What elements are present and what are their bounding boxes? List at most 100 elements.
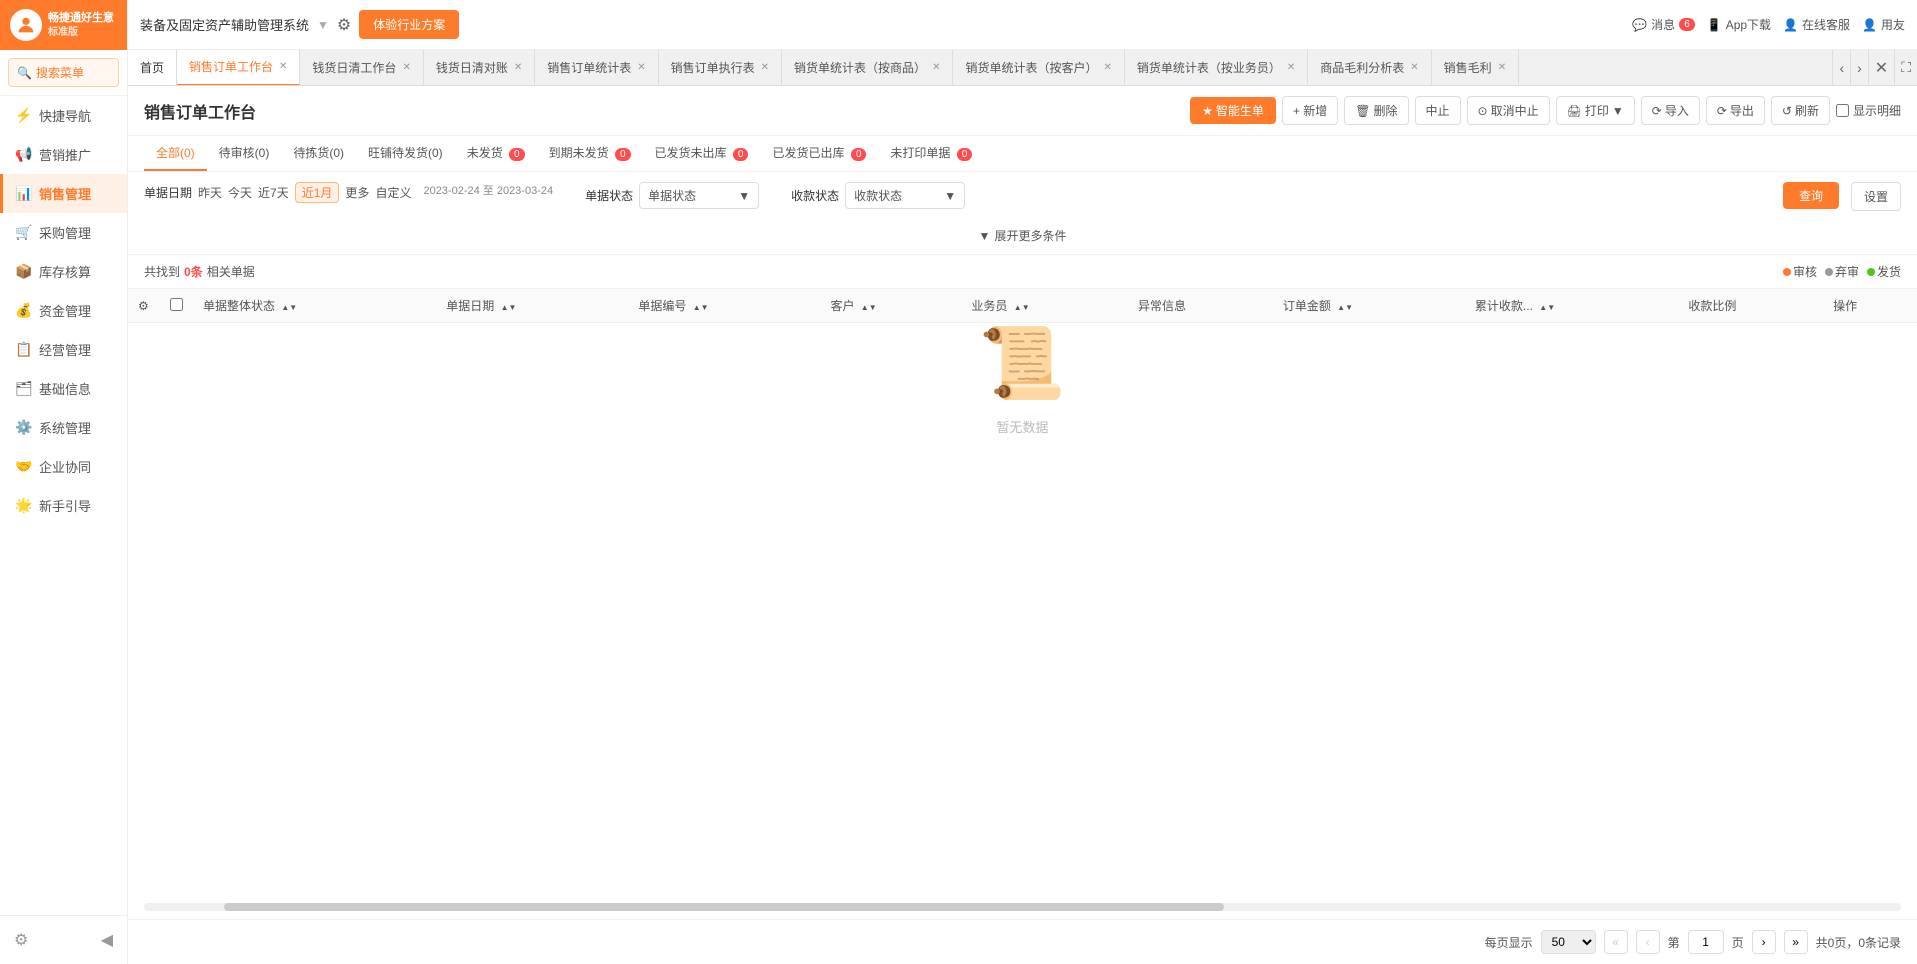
industry-solution-button[interactable]: 体验行业方案: [359, 10, 459, 39]
tab-gross-margin-close[interactable]: ✕: [1410, 62, 1418, 73]
tab-cash-reconcile-close[interactable]: ✕: [514, 62, 522, 73]
topbar-settings-button[interactable]: ⚙: [337, 15, 351, 35]
receipt-status-select[interactable]: 收款状态 ▼: [845, 182, 965, 209]
sidebar-guide[interactable]: 🌟 新手引导: [0, 486, 127, 525]
import-button[interactable]: ⟳ 导入: [1641, 96, 1700, 125]
search-menu-button[interactable]: 🔍 搜索菜单: [8, 58, 119, 87]
sidebar-quicknav[interactable]: ⚡ 快捷导航: [0, 96, 127, 135]
print-label: 打印: [1585, 102, 1609, 119]
bill-status-select[interactable]: 单据状态 ▼: [639, 182, 759, 209]
tab-sales-summary-product-close[interactable]: ✕: [932, 62, 940, 73]
date-opt-more[interactable]: 更多: [345, 184, 369, 201]
horizontal-scrollbar[interactable]: [144, 903, 1901, 911]
date-sort-icon[interactable]: ▲▼: [501, 304, 517, 312]
subtab-shipped-not-out[interactable]: 已发货未出库 0: [643, 136, 761, 171]
tab-sales-profit[interactable]: 销售毛利 ✕: [1432, 50, 1519, 86]
tab-cash-daily-close[interactable]: ✕: [402, 62, 410, 73]
sidebar-sales[interactable]: 📊 销售管理: [0, 174, 127, 213]
message-item[interactable]: 💬 消息 6: [1632, 16, 1695, 33]
amount-sort-icon[interactable]: ▲▼: [1337, 304, 1353, 312]
app-download-item[interactable]: 📱 App下载: [1707, 16, 1771, 33]
subtab-pending-review[interactable]: 待审核(0): [207, 136, 282, 171]
delete-button[interactable]: 🗑 删除: [1344, 96, 1408, 125]
sidebar-purchase[interactable]: 🛒 采购管理: [0, 213, 127, 252]
tab-sales-profit-close[interactable]: ✕: [1498, 62, 1506, 73]
date-opt-custom[interactable]: 自定义: [375, 184, 411, 201]
show-detail-label[interactable]: 显示明细: [1836, 102, 1901, 119]
tab-expand-button[interactable]: ⛶: [1894, 50, 1917, 86]
settings-bottom-button[interactable]: ⚙: [10, 926, 32, 954]
ship-action-button[interactable]: 发货: [1867, 263, 1901, 280]
sidebar-inventory[interactable]: 📦 库存核算: [0, 252, 127, 291]
date-opt-7days[interactable]: 近7天: [258, 184, 289, 201]
status-sort-icon[interactable]: ▲▼: [281, 304, 297, 312]
collapse-button[interactable]: ◀: [97, 926, 117, 954]
date-opt-1month[interactable]: 近1月: [295, 182, 340, 203]
filter-settings-button[interactable]: 设置: [1851, 182, 1901, 211]
sidebar-finance[interactable]: 💰 资金管理: [0, 291, 127, 330]
collected-sort-icon[interactable]: ▲▼: [1539, 304, 1555, 312]
date-opt-today[interactable]: 今天: [228, 184, 252, 201]
number-sort-icon[interactable]: ▲▼: [693, 304, 709, 312]
tab-prev-button[interactable]: ‹: [1832, 50, 1850, 86]
customer-sort-icon[interactable]: ▲▼: [861, 304, 877, 312]
tab-home[interactable]: 首页: [128, 50, 177, 86]
select-all-checkbox[interactable]: [170, 298, 183, 311]
user-item[interactable]: 👤 用友: [1862, 16, 1905, 33]
per-page-select[interactable]: 10 20 50 100: [1541, 930, 1596, 954]
tab-next-button[interactable]: ›: [1850, 50, 1868, 86]
print-button[interactable]: 🖨 打印 ▼: [1556, 96, 1635, 125]
tab-sales-workbench[interactable]: 销售订单工作台 ✕: [177, 50, 300, 86]
tab-sales-summary-customer-close[interactable]: ✕: [1103, 62, 1111, 73]
cancel-review-button[interactable]: 弃审: [1825, 263, 1859, 280]
sidebar-basic[interactable]: 🗂 基础信息: [0, 369, 127, 408]
subtab-pending-inspection[interactable]: 待拣货(0): [281, 136, 356, 171]
query-button[interactable]: 查询: [1783, 182, 1839, 209]
tab-sales-stats-close[interactable]: ✕: [637, 62, 645, 73]
review-action-button[interactable]: 审核: [1783, 263, 1817, 280]
new-button[interactable]: + 新增: [1282, 96, 1338, 125]
subtab-all[interactable]: 全部(0): [144, 136, 207, 171]
tab-cash-reconcile[interactable]: 钱货日清对账 ✕: [424, 50, 535, 86]
column-settings-icon[interactable]: ⚙: [138, 299, 149, 313]
page-last-button[interactable]: »: [1784, 930, 1808, 954]
sidebar-system[interactable]: ⚙️ 系统管理: [0, 408, 127, 447]
th-number-label: 单据编号: [638, 299, 686, 313]
page-next-button[interactable]: ›: [1752, 930, 1776, 954]
scrollbar-thumb[interactable]: [224, 903, 1224, 911]
export-button[interactable]: ⟳ 导出: [1706, 96, 1765, 125]
page-prev-button[interactable]: ‹: [1636, 930, 1660, 954]
tab-sales-summary-staff[interactable]: 销货单统计表（按业务员） ✕: [1125, 50, 1308, 86]
tab-close-all-button[interactable]: ✕: [1868, 50, 1894, 86]
cancel-abort-button[interactable]: ⊙ 取消中止: [1467, 96, 1550, 125]
tab-sales-summary-product[interactable]: 销货单统计表（按商品） ✕: [782, 50, 953, 86]
tab-sales-exec[interactable]: 销售订单执行表 ✕: [659, 50, 782, 86]
refresh-button[interactable]: ↺ 刷新: [1771, 96, 1830, 125]
date-range-display: 2023-02-24 至 2023-03-24: [423, 182, 553, 198]
sidebar-marketing[interactable]: 📢 营销推广: [0, 135, 127, 174]
expand-filter-button[interactable]: ▼ 展开更多条件: [979, 227, 1067, 244]
subtab-overdue[interactable]: 到期未发货 0: [537, 136, 643, 171]
sidebar-enterprise[interactable]: 🤝 企业协同: [0, 447, 127, 486]
tab-sales-summary-customer[interactable]: 销货单统计表（按客户） ✕: [953, 50, 1124, 86]
show-detail-checkbox[interactable]: [1836, 104, 1849, 117]
date-opt-yesterday[interactable]: 昨天: [198, 184, 222, 201]
online-service-item[interactable]: 👤 在线客服: [1783, 16, 1850, 33]
tab-sales-exec-close[interactable]: ✕: [761, 62, 769, 73]
tab-cash-daily[interactable]: 钱货日清工作台 ✕: [300, 50, 423, 86]
staff-sort-icon[interactable]: ▲▼: [1014, 304, 1030, 312]
subtab-not-printed[interactable]: 未打印单据 0: [878, 136, 984, 171]
show-detail-text: 显示明细: [1853, 102, 1901, 119]
sidebar-operation[interactable]: 📋 经营管理: [0, 330, 127, 369]
tab-sales-stats[interactable]: 销售订单统计表 ✕: [535, 50, 658, 86]
tab-sales-summary-staff-close[interactable]: ✕: [1287, 62, 1295, 73]
subtab-shipped-out[interactable]: 已发货已出库 0: [760, 136, 878, 171]
subtab-not-shipped[interactable]: 未发货 0: [455, 136, 537, 171]
page-number-input[interactable]: [1688, 930, 1724, 954]
tab-sales-workbench-close[interactable]: ✕: [279, 61, 287, 72]
smart-create-button[interactable]: ★ 智能生单: [1190, 97, 1276, 124]
tab-gross-margin[interactable]: 商品毛利分析表 ✕: [1308, 50, 1431, 86]
abort-button[interactable]: 中止: [1415, 96, 1461, 125]
subtab-wangpu[interactable]: 旺铺待发货(0): [356, 136, 455, 171]
page-first-button[interactable]: «: [1604, 930, 1628, 954]
